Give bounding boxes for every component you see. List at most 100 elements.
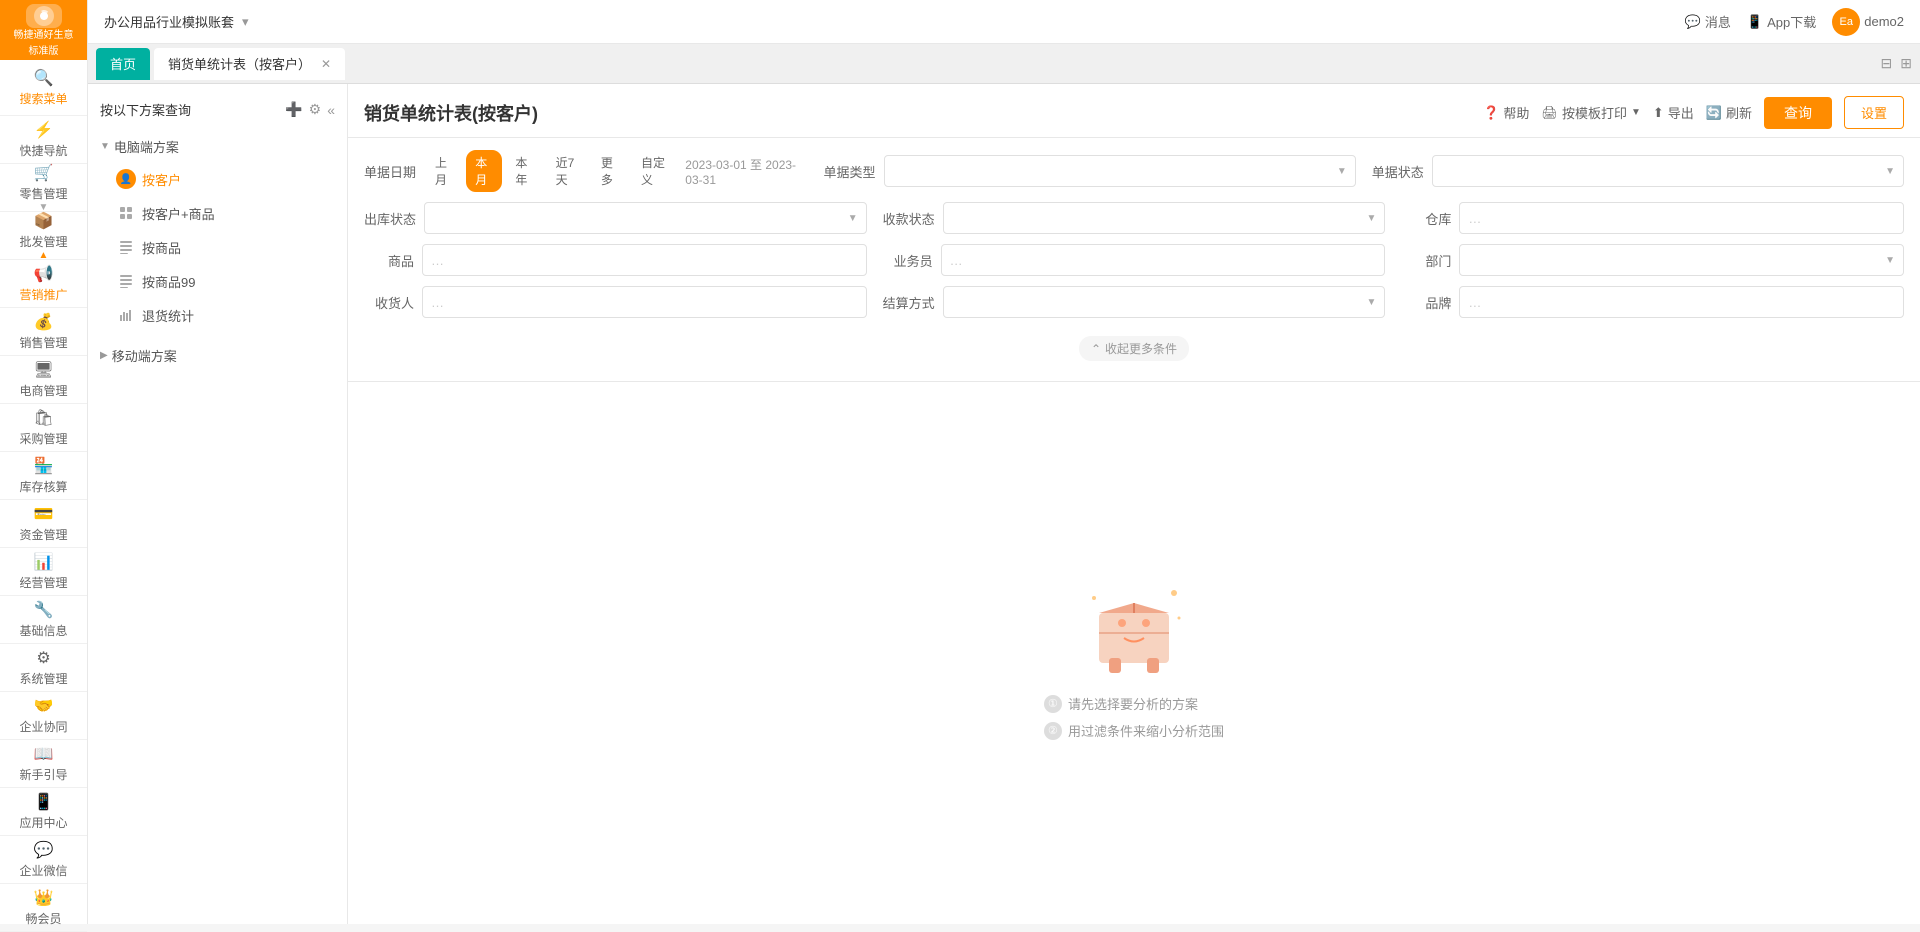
settings-scheme-button[interactable]: ⚙	[309, 101, 322, 118]
consignee-input[interactable]: …	[422, 286, 867, 318]
sidebar-operations-label: 经营管理	[19, 574, 67, 591]
sidebar-item-search[interactable]: 🔍 搜索菜单	[0, 60, 87, 116]
sidebar-item-inventory[interactable]: 🏪 库存核算	[0, 452, 87, 500]
mobile-scheme-header[interactable]: ▶ 移动端方案	[88, 340, 347, 371]
sidebar-item-purchase[interactable]: 🛍 采购管理	[0, 404, 87, 452]
enterprise-icon: 🤝	[34, 696, 54, 716]
filter-row-1: 单据日期 上月 本月 本年 近7天 更多 自定义 2023-03-01 至 20…	[364, 150, 1904, 192]
scheme-item-label-by-product: 按商品	[142, 238, 181, 257]
department-input[interactable]: ▼	[1459, 244, 1904, 276]
sidebar-finance-label: 资金管理	[19, 526, 67, 543]
date-tab-last-month[interactable]: 上月	[426, 150, 462, 192]
settings-button[interactable]: 设置	[1844, 96, 1904, 129]
refresh-icon: 🔄	[1706, 105, 1722, 121]
sidebar-marketing-label: 营销推广	[19, 286, 67, 303]
scheme-item-label-return-stat: 退货统计	[142, 306, 194, 325]
export-button[interactable]: ⬆ 导出	[1653, 103, 1694, 122]
empty-state: ① 请先选择要分析的方案 ② 用过滤条件来缩小分析范围	[348, 382, 1920, 924]
scheme-item-by-customer[interactable]: 👤 按客户	[88, 162, 347, 196]
tab-fullscreen-icon[interactable]: ⊞	[1900, 55, 1912, 72]
query-button[interactable]: 查询	[1764, 97, 1832, 129]
desktop-scheme-header[interactable]: ▼ 电脑端方案	[88, 131, 347, 162]
add-scheme-button[interactable]: ➕	[285, 101, 302, 118]
print-button[interactable]: 🖨 按模板打印 ▼	[1541, 103, 1640, 122]
system-icon: ⚙	[36, 648, 50, 668]
sidebar-item-system[interactable]: ⚙ 系统管理	[0, 644, 87, 692]
settlement-input[interactable]: ▼	[943, 286, 1386, 318]
tab-bar: 首页 销货单统计表（按客户） ✕ ⊟ ⊞	[88, 44, 1920, 84]
sidebar-item-wechat[interactable]: 💬 企业微信	[0, 836, 87, 884]
scheme-item-by-product[interactable]: 按商品	[88, 230, 347, 264]
salesperson-label: 业务员	[883, 251, 933, 270]
tip-num-1: ①	[1044, 695, 1062, 713]
out-status-input[interactable]: ▼	[424, 202, 867, 234]
main-area: 办公用品行业模拟账套 ▾ 💬 消息 📱 App下载 Ea demo2 首页	[88, 0, 1920, 924]
left-panel-title: 按以下方案查询	[100, 100, 191, 119]
mobile-scheme-section: ▶ 移动端方案	[88, 336, 347, 375]
salesperson-input[interactable]: …	[941, 244, 1386, 276]
date-tab-more[interactable]: 更多	[592, 150, 628, 192]
empty-tips: ① 请先选择要分析的方案 ② 用过滤条件来缩小分析范围	[1044, 694, 1224, 748]
scheme-item-by-product-99[interactable]: 按商品99	[88, 264, 347, 298]
product-label: 商品	[364, 251, 414, 270]
tab-minimize-icon[interactable]: ⊟	[1881, 55, 1893, 72]
sidebar-item-operations[interactable]: 📊 经营管理	[0, 548, 87, 596]
help-button[interactable]: ❓ 帮助	[1483, 103, 1529, 122]
wechat-icon: 💬	[34, 840, 54, 860]
warehouse-input[interactable]: …	[1459, 202, 1904, 234]
finance-icon: 💳	[34, 504, 54, 524]
sidebar-item-ecommerce[interactable]: 🖥 电商管理	[0, 356, 87, 404]
filter-consignee: 收货人 …	[364, 286, 867, 318]
department-label: 部门	[1401, 251, 1451, 270]
collapse-button[interactable]: ⌃ 收起更多条件	[1079, 336, 1189, 361]
sidebar-item-wholesale[interactable]: 📦 批发管理 ▲	[0, 212, 87, 260]
order-status-input[interactable]: ▼	[1432, 155, 1904, 187]
app-download-button[interactable]: 📱 App下载	[1747, 12, 1816, 31]
sidebar-item-member[interactable]: 👑 畅会员	[0, 884, 87, 932]
header-dropdown-icon[interactable]: ▾	[242, 14, 249, 30]
product-input[interactable]: …	[422, 244, 867, 276]
order-type-input[interactable]: ▼	[884, 155, 1356, 187]
receipt-status-input[interactable]: ▼	[943, 202, 1386, 234]
desktop-scheme-arrow: ▼	[100, 141, 110, 152]
filter-brand: 品牌 …	[1401, 286, 1904, 318]
refresh-button[interactable]: 🔄 刷新	[1706, 103, 1752, 122]
sidebar-item-enterprise[interactable]: 🤝 企业协同	[0, 692, 87, 740]
tab-close-icon[interactable]: ✕	[321, 57, 331, 71]
sidebar-item-appstore[interactable]: 📱 应用中心	[0, 788, 87, 836]
tab-sales-stat[interactable]: 销货单统计表（按客户） ✕	[154, 48, 345, 80]
sidebar-ecommerce-label: 电商管理	[19, 382, 67, 399]
sales-icon: 💰	[34, 312, 54, 332]
scheme-item-return-stat[interactable]: 退货统计	[88, 298, 347, 332]
date-tab-7days[interactable]: 近7天	[547, 150, 588, 192]
brand-input[interactable]: …	[1459, 286, 1904, 318]
sidebar-item-basic[interactable]: 🔧 基础信息	[0, 596, 87, 644]
sidebar-quick-nav-label: 快捷导航	[19, 142, 67, 159]
date-tab-this-year[interactable]: 本年	[506, 150, 542, 192]
sidebar-item-guide[interactable]: 📖 新手引导	[0, 740, 87, 788]
desktop-scheme-section: ▼ 电脑端方案 👤 按客户 按客户+商品	[88, 127, 347, 336]
sidebar-item-sales[interactable]: 💰 销售管理	[0, 308, 87, 356]
date-filter: 单据日期 上月 本月 本年 近7天 更多 自定义 2023-03-01 至 20…	[364, 150, 808, 192]
marketing-icon: 📢	[34, 264, 54, 284]
by-product-icon	[116, 237, 136, 257]
header-right: 💬 消息 📱 App下载 Ea demo2	[1685, 8, 1904, 36]
sidebar-item-quick-nav[interactable]: ⚡ 快捷导航	[0, 116, 87, 164]
sidebar-item-finance[interactable]: 💳 资金管理	[0, 500, 87, 548]
empty-tip-1-text: 请先选择要分析的方案	[1068, 694, 1198, 713]
message-button[interactable]: 💬 消息	[1685, 12, 1731, 31]
mobile-scheme-arrow: ▶	[100, 350, 108, 361]
user-profile[interactable]: Ea demo2	[1832, 8, 1904, 36]
sidebar-item-marketing[interactable]: 📢 营销推广	[0, 260, 87, 308]
page-actions: ❓ 帮助 🖨 按模板打印 ▼ ⬆ 导出 🔄 刷新	[1483, 96, 1904, 129]
filter-area: 单据日期 上月 本月 本年 近7天 更多 自定义 2023-03-01 至 20…	[348, 138, 1920, 382]
app-sub-text: 标准版	[29, 42, 59, 57]
collapse-panel-button[interactable]: «	[327, 102, 335, 118]
tab-home[interactable]: 首页	[96, 48, 150, 80]
sidebar-item-retail[interactable]: 🛒 零售管理 ▼	[0, 164, 87, 212]
page-title-bar: 销货单统计表(按客户) ❓ 帮助 🖨 按模板打印 ▼ ⬆ 导出	[348, 84, 1920, 138]
sidebar-member-label: 畅会员	[25, 910, 61, 927]
date-tab-this-month[interactable]: 本月	[466, 150, 502, 192]
date-tab-custom[interactable]: 自定义	[632, 150, 677, 192]
scheme-item-by-customer-product[interactable]: 按客户+商品	[88, 196, 347, 230]
